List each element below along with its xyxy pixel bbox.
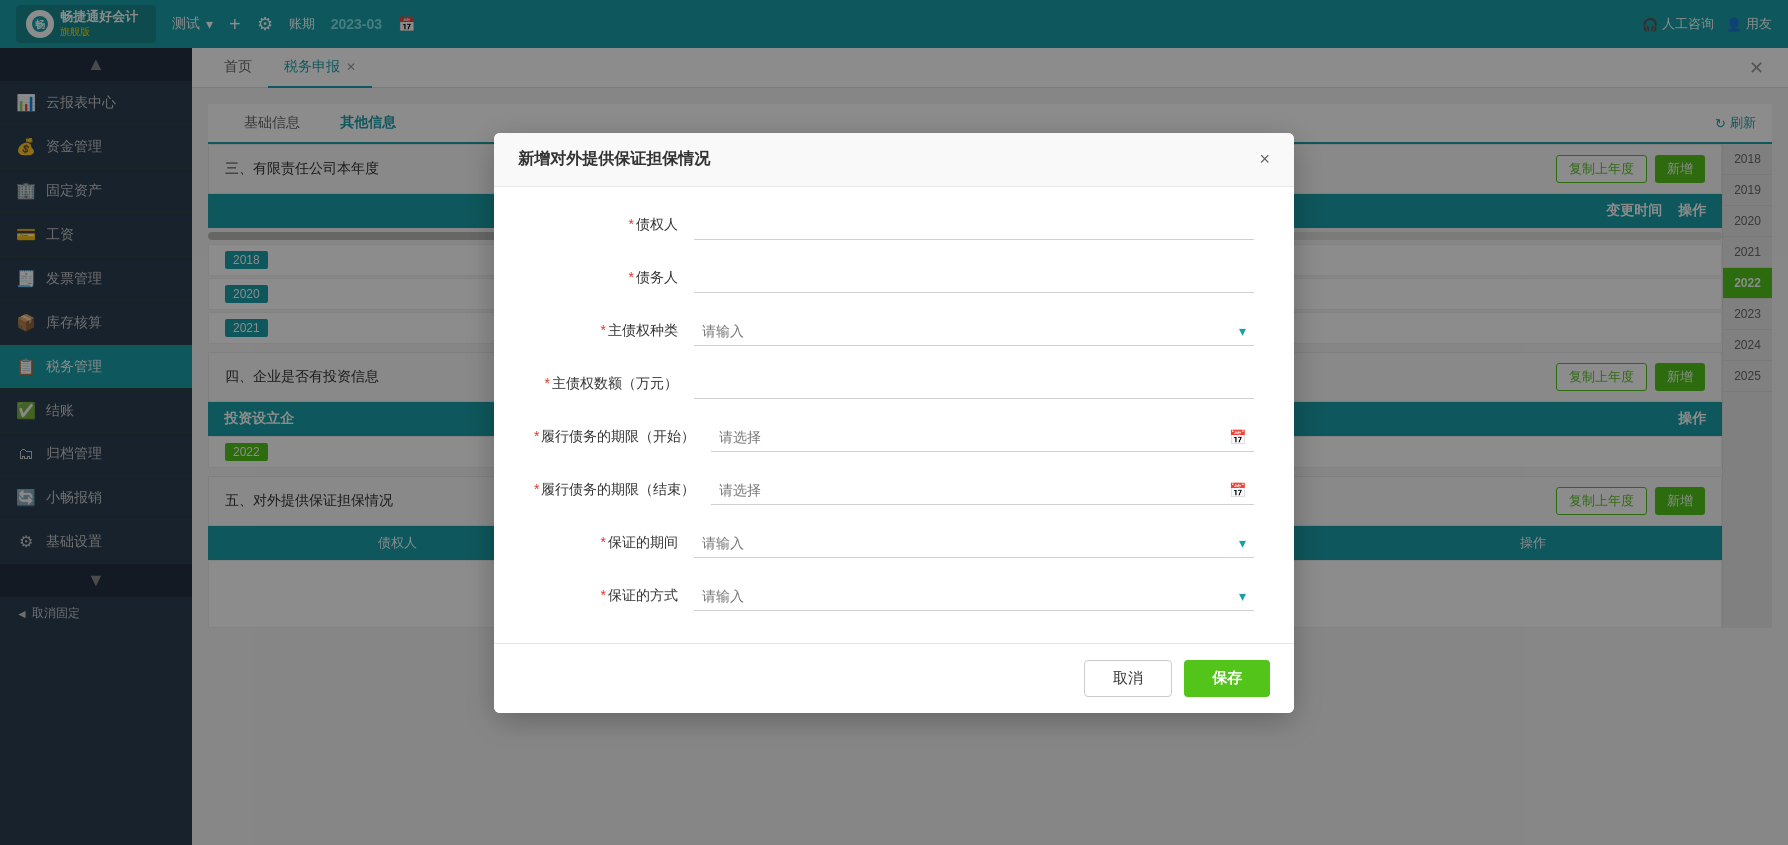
label-creditor: *债权人 [534,216,694,234]
label-debt-type: *主债权种类 [534,322,694,340]
dialog-footer: 取消 保存 [494,643,1294,713]
date-period-end[interactable]: 📅 [711,476,1254,505]
label-guarantee-method: *保证的方式 [534,587,694,605]
chevron-down2-icon[interactable]: ▾ [1239,535,1246,551]
select-debt-type[interactable]: ▾ [694,317,1254,346]
form-row-debt-type: *主债权种类 ▾ [534,317,1254,346]
cancel-button[interactable]: 取消 [1084,660,1172,697]
dialog-body: *债权人 *债务人 *主债权种类 ▾ [494,187,1294,643]
label-guarantee-period: *保证的期间 [534,534,694,552]
select-guarantee-period[interactable]: ▾ [694,529,1254,558]
input-debt-amount[interactable] [694,370,1254,399]
input-debt-type[interactable] [702,323,1239,339]
calendar-start-icon[interactable]: 📅 [1229,429,1246,445]
label-debt-amount: *主债权数额（万元） [534,375,694,393]
form-row-period-end: *履行债务的期限（结束） 📅 [534,476,1254,505]
input-creditor[interactable] [694,211,1254,240]
chevron-down3-icon[interactable]: ▾ [1239,588,1246,604]
form-row-guarantee-period: *保证的期间 ▾ [534,529,1254,558]
label-period-end: *履行债务的期限（结束） [534,481,711,499]
form-row-debtor: *债务人 [534,264,1254,293]
label-period-start: *履行债务的期限（开始） [534,428,711,446]
calendar-end-icon[interactable]: 📅 [1229,482,1246,498]
form-row-period-start: *履行债务的期限（开始） 📅 [534,423,1254,452]
save-button[interactable]: 保存 [1184,660,1270,697]
form-row-debt-amount: *主债权数额（万元） [534,370,1254,399]
chevron-down-icon[interactable]: ▾ [1239,323,1246,339]
input-guarantee-period[interactable] [702,535,1239,551]
form-row-guarantee-method: *保证的方式 ▾ [534,582,1254,611]
dialog-overlay: 新增对外提供保证担保情况 × *债权人 *债务人 *主债权种类 [0,0,1788,845]
input-debtor[interactable] [694,264,1254,293]
label-debtor: *债务人 [534,269,694,287]
select-guarantee-method[interactable]: ▾ [694,582,1254,611]
input-guarantee-method[interactable] [702,588,1239,604]
dialog-header: 新增对外提供保证担保情况 × [494,133,1294,187]
input-period-end[interactable] [719,482,1229,498]
dialog: 新增对外提供保证担保情况 × *债权人 *债务人 *主债权种类 [494,133,1294,713]
date-period-start[interactable]: 📅 [711,423,1254,452]
dialog-close-btn[interactable]: × [1259,150,1270,168]
form-row-creditor: *债权人 [534,211,1254,240]
input-period-start[interactable] [719,429,1229,445]
dialog-title: 新增对外提供保证担保情况 [518,149,710,170]
